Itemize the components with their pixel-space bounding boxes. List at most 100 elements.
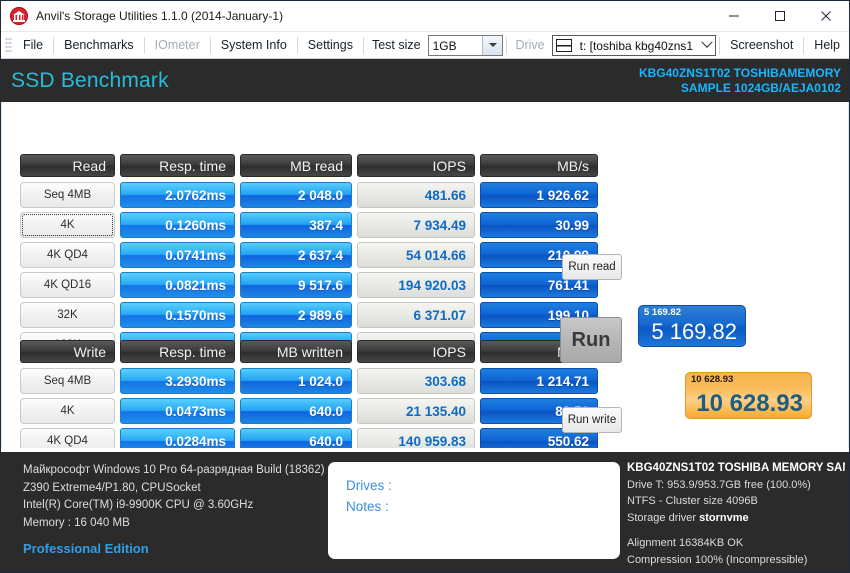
run-button[interactable]: Run [560,317,622,363]
table-header-row: Write Resp. time MB written IOPS MB/s [20,340,598,363]
device-name-line1: KBG40ZNS1T02 TOSHIBAMEMORY [639,66,841,81]
cell-mbs: 1 926.62 [480,182,598,208]
cell-iops: 303.68 [357,368,475,394]
cell-resp-time: 0.1260ms [120,212,235,238]
notes-label: Notes : [346,496,620,517]
table-row: 4K 0.0473ms 640.0 21 135.40 82.56 [20,398,598,424]
menu-bar: File Benchmarks IOmeter System Info Sett… [1,32,849,59]
table-row: Seq 4MB 3.2930ms 1 024.0 303.68 1 214.71 [20,368,598,394]
total-score-value: 10 628.93 [696,391,803,417]
menu-separator [363,37,364,54]
cell-mbs: 30.99 [480,212,598,238]
read-results-table: Read Resp. time MB read IOPS MB/s Seq 4M… [20,154,598,362]
run-read-button[interactable]: Run read [562,254,622,280]
cell-mb-read: 9 517.6 [240,272,352,298]
system-info: Майкрософт Windows 10 Pro 64-разрядная B… [23,462,325,558]
cell-iops: 21 135.40 [357,398,475,424]
read-score-badge: 5 169.82 5 169.82 [638,305,746,347]
maximize-icon[interactable] [757,1,803,31]
total-score-small: 10 628.93 [691,374,733,385]
menu-separator [210,37,211,54]
drive-label: Drive [508,36,551,54]
cell-mb-written: 640.0 [240,398,352,424]
chevron-down-icon[interactable] [699,36,715,55]
cell-iops: 7 934.49 [357,212,475,238]
menu-separator [803,37,804,54]
row-label[interactable]: 4K QD16 [20,272,115,298]
menu-item-iometer: IOmeter [146,36,209,54]
drive-driver-row: Storage driver stornvme [627,510,845,527]
cell-iops: 54 014.66 [357,242,475,268]
system-os: Майкрософт Windows 10 Pro 64-разрядная B… [23,462,325,480]
row-label[interactable]: 4K QD4 [20,242,115,268]
column-header-read: Read [20,154,115,177]
column-header-mbs: MB/s [480,154,598,177]
cell-resp-time: 0.0473ms [120,398,235,424]
drive-filesystem: NTFS - Cluster size 4096B [627,493,845,510]
title-bar: Anvil's Storage Utilities 1.1.0 (2014-Ja… [1,1,849,32]
edition-label: Professional Edition [23,540,325,558]
menu-separator [144,37,145,54]
cell-resp-time: 3.2930ms [120,368,235,394]
close-icon[interactable] [803,1,849,31]
row-label[interactable]: 4K [20,212,115,238]
menu-separator [719,37,720,54]
cell-resp-time: 2.0762ms [120,182,235,208]
system-board: Z390 Extreme4/P1.80, CPUSocket [23,480,325,498]
column-header-mb-read: MB read [240,154,352,177]
test-size-value: 1GB [429,36,483,55]
drive-compression: Compression 100% (Incompressible) [627,552,845,569]
menu-separator [297,37,298,54]
page-title: SSD Benchmark [11,69,169,93]
row-label[interactable]: Seq 4MB [20,182,115,208]
table-row: 4K QD16 0.0821ms 9 517.6 194 920.03 761.… [20,272,598,298]
row-label[interactable]: 4K [20,398,115,424]
cell-mb-read: 2 637.4 [240,242,352,268]
menu-item-system-info[interactable]: System Info [212,36,296,54]
device-name-line2: SAMPLE 1024GB/AEJA0102 [639,81,841,96]
row-label[interactable]: Seq 4MB [20,368,115,394]
column-header-mb-written: MB written [240,340,352,363]
drive-capacity: Drive T: 953.9/953.7GB free (100.0%) [627,477,845,494]
cell-iops: 194 920.03 [357,272,475,298]
menu-item-screenshot[interactable]: Screenshot [721,36,802,54]
read-score-small: 5 169.82 [644,307,681,318]
run-write-button[interactable]: Run write [562,407,622,433]
drive-select[interactable]: t: [toshiba kbg40zns1 [552,35,716,56]
test-size-select[interactable]: 1GB [428,35,504,56]
menu-item-help[interactable]: Help [805,36,849,54]
test-size-label: Test size [365,36,428,54]
system-memory: Memory : 16 040 MB [23,515,325,533]
cell-resp-time: 0.1570ms [120,302,235,328]
row-label[interactable]: 32K [20,302,115,328]
drive-info: KBG40ZNS1T02 TOSHIBA MEMORY SAM Drive T:… [627,460,845,568]
drive-model: KBG40ZNS1T02 TOSHIBA MEMORY SAM [627,460,845,477]
column-header-resp-time: Resp. time [120,340,235,363]
toolbar-grip-icon [5,37,12,53]
table-row: 4K 0.1260ms 387.4 7 934.49 30.99 [20,212,598,238]
drive-driver-label: Storage driver [627,512,696,524]
cell-mb-read: 2 048.0 [240,182,352,208]
column-header-write: Write [20,340,115,363]
cell-mb-read: 2 989.6 [240,302,352,328]
cell-iops: 481.66 [357,182,475,208]
cell-mb-read: 387.4 [240,212,352,238]
total-score-badge: 10 628.93 10 628.93 [685,372,812,419]
table-header-row: Read Resp. time MB read IOPS MB/s [20,154,598,177]
chevron-down-icon[interactable] [482,36,502,55]
table-row: 4K QD4 0.0741ms 2 637.4 54 014.66 210.99 [20,242,598,268]
menu-item-benchmarks[interactable]: Benchmarks [55,36,142,54]
read-score-value: 5 169.82 [651,319,737,345]
drive-icon [556,39,572,52]
cell-resp-time: 0.0821ms [120,272,235,298]
cell-resp-time: 0.0741ms [120,242,235,268]
minimize-icon[interactable] [711,1,757,31]
notes-panel[interactable]: Drives : Notes : [328,462,620,559]
anvil-bank-icon [10,7,28,25]
menu-separator [506,37,507,54]
menu-item-settings[interactable]: Settings [299,36,362,54]
banner: SSD Benchmark KBG40ZNS1T02 TOSHIBAMEMORY… [1,59,849,102]
spacer [627,526,845,535]
menu-item-file[interactable]: File [14,36,52,54]
column-header-iops: IOPS [357,340,475,363]
